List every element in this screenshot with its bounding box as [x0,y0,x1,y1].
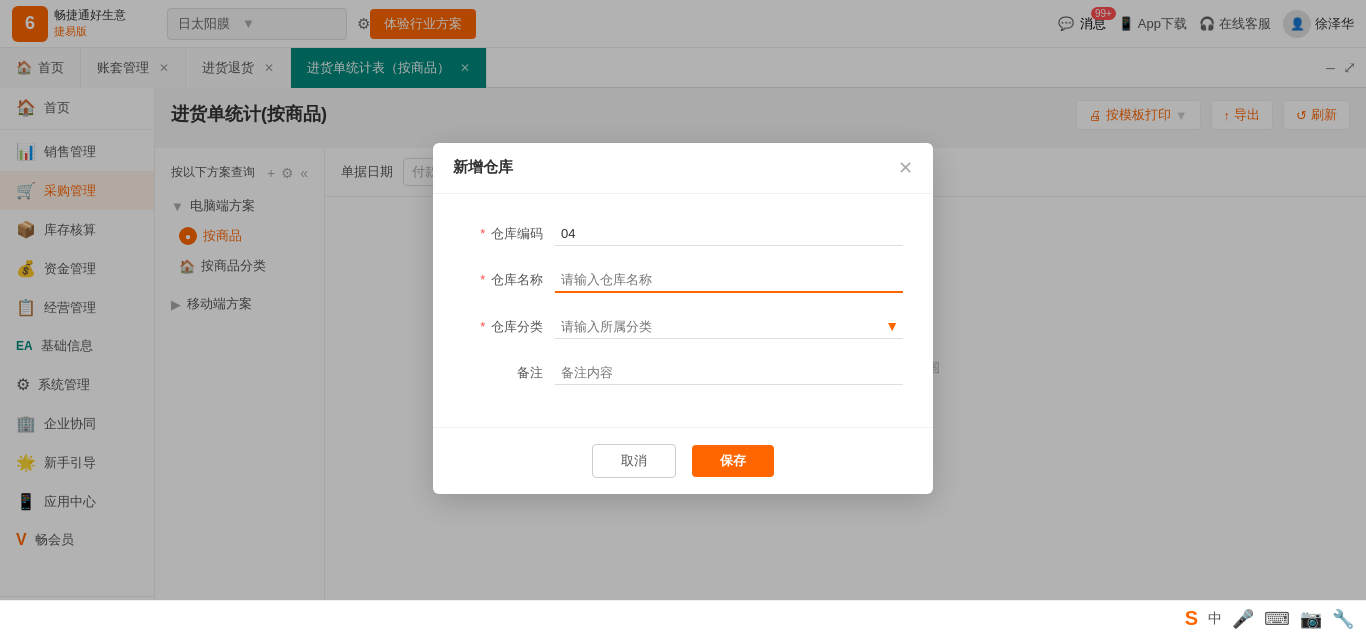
save-button[interactable]: 保存 [692,445,774,477]
category-select-wrap[interactable]: ▼ [555,315,903,339]
bottom-s-icon[interactable]: S [1185,607,1198,630]
code-label: * 仓库编码 [463,225,543,243]
category-label: * 仓库分类 [463,318,543,336]
bottom-mic-icon[interactable]: 🎤 [1232,608,1254,630]
bottom-camera-icon[interactable]: 📷 [1300,608,1322,630]
form-row-code: * 仓库编码 [463,222,903,246]
bottom-bar: S 中 🎤 ⌨ 📷 🔧 [0,600,1366,636]
bottom-keyboard-icon[interactable]: ⌨ [1264,608,1290,630]
form-row-note: 备注 [463,361,903,385]
note-input[interactable] [555,361,903,385]
name-input[interactable] [555,268,903,293]
modal-overlay[interactable]: 新增仓库 ✕ * 仓库编码 * 仓库名称 * [0,0,1366,636]
bottom-zh-icon[interactable]: 中 [1208,610,1222,628]
category-input[interactable] [555,315,885,338]
bottom-tool-icon[interactable]: 🔧 [1332,608,1354,630]
modal-footer: 取消 保存 [433,427,933,494]
code-input[interactable] [555,222,903,246]
form-row-category: * 仓库分类 ▼ [463,315,903,339]
add-warehouse-modal: 新增仓库 ✕ * 仓库编码 * 仓库名称 * [433,143,933,494]
note-label: 备注 [463,364,543,382]
modal-title: 新增仓库 [453,158,513,177]
modal-close-button[interactable]: ✕ [898,157,913,179]
modal-body: * 仓库编码 * 仓库名称 * 仓库分类 ▼ [433,194,933,427]
name-label: * 仓库名称 [463,271,543,289]
modal-header: 新增仓库 ✕ [433,143,933,194]
form-row-name: * 仓库名称 [463,268,903,293]
category-dropdown-arrow-icon[interactable]: ▼ [885,318,899,334]
cancel-button[interactable]: 取消 [592,444,676,478]
